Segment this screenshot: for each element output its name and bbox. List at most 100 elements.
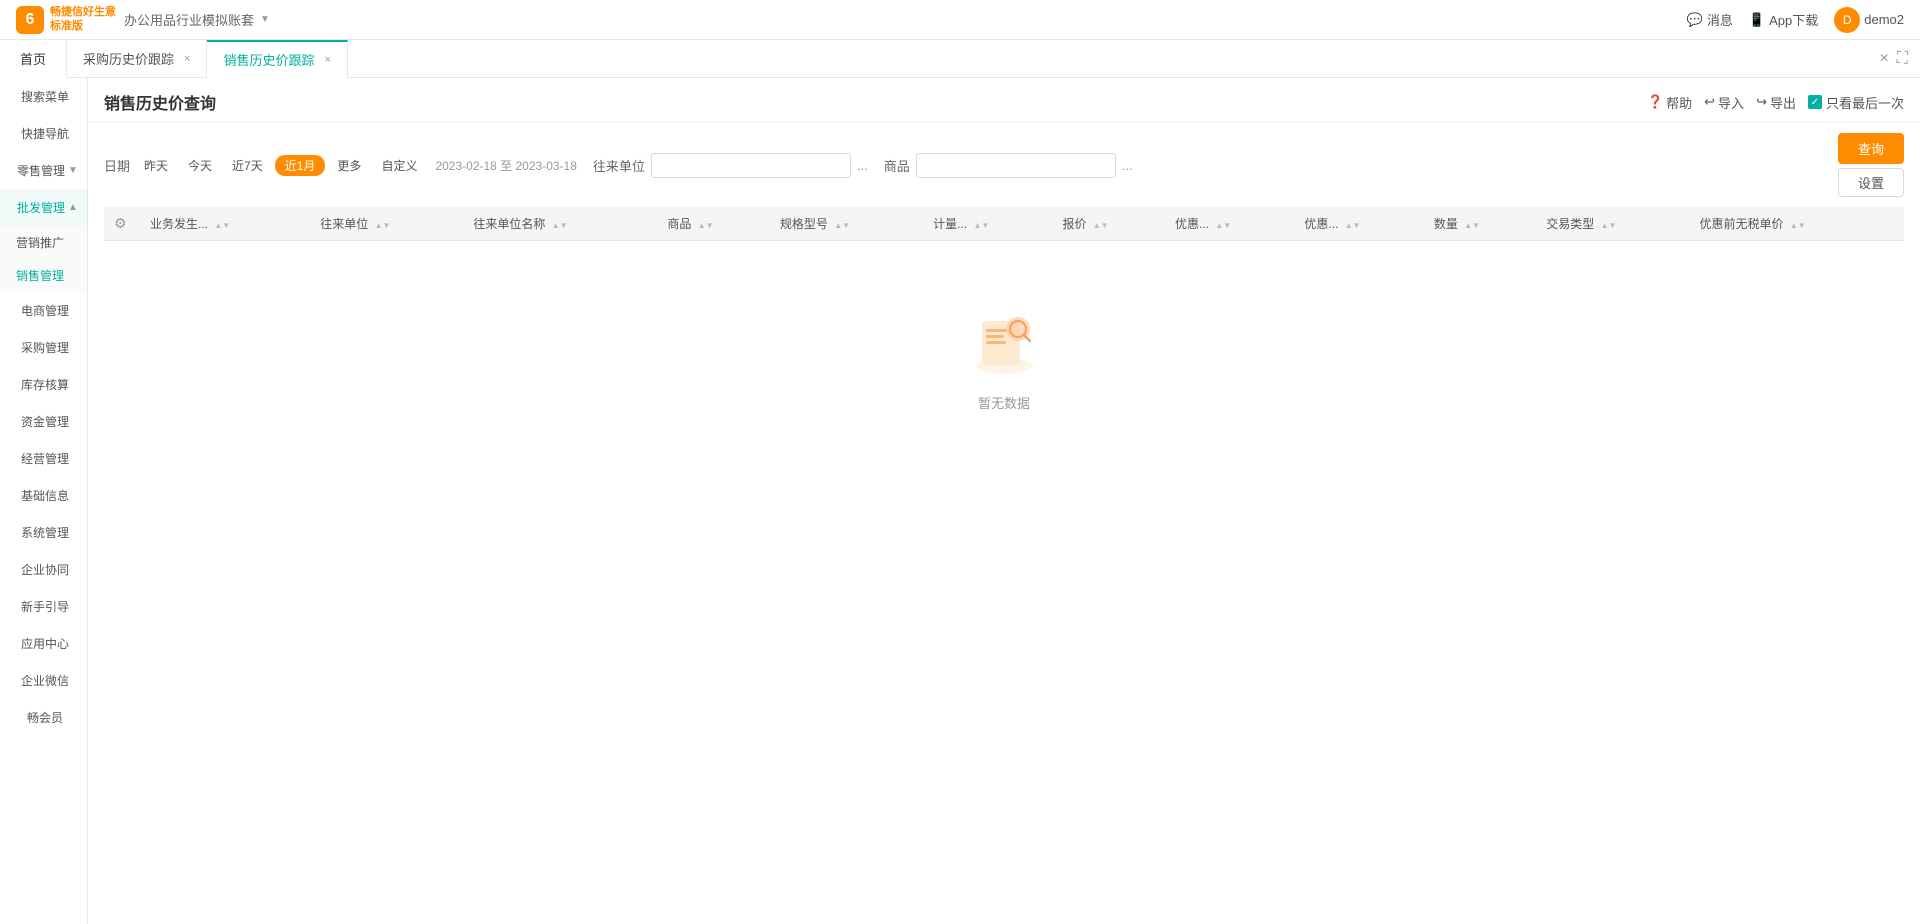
partner-picker-btn[interactable]: ... [857,158,868,173]
sidebar-item-new-guide[interactable]: 新手引导 [0,588,87,625]
sort-price[interactable]: ▲▼ [1093,222,1109,230]
sidebar-item-purchase[interactable]: 采购管理 [0,329,87,366]
th-trade-type[interactable]: 交易类型 ▲▼ [1536,207,1689,241]
date-btn-7days[interactable]: 近7天 [224,155,271,176]
th-quantity[interactable]: 数量 ▲▼ [1424,207,1536,241]
sort-trade-type[interactable]: ▲▼ [1601,222,1617,230]
sort-discount1[interactable]: ▲▼ [1215,222,1231,230]
th-biz-date[interactable]: 业务发生... ▲▼ [140,207,310,241]
product-picker-btn[interactable]: ... [1122,158,1133,173]
date-btn-1month[interactable]: 近1月 [275,155,326,176]
date-filter-group: 日期 昨天 今天 近7天 近1月 更多 自定义 2023-02-18 至 202… [104,155,577,176]
tab-home[interactable]: 首页 [0,40,67,78]
th-price[interactable]: 报价 ▲▼ [1053,207,1165,241]
page-actions: ❓ 帮助 ↩ 导入 ↪ 导出 只看最后一次 [1647,93,1904,112]
sort-partner-code[interactable]: ▲▼ [375,222,391,230]
sort-partner-name[interactable]: ▲▼ [552,222,568,230]
empty-illustration [964,301,1044,381]
tab-purchase-history[interactable]: 采购历史价跟踪 × [67,40,207,78]
message-icon: 💬 [1687,12,1703,28]
sidebar: 搜索菜单 快捷导航 零售管理 ▼ 批发管理 ▲ 营销推广 销售管理 电商管理 采… [0,78,88,924]
sort-unit[interactable]: ▲▼ [973,222,989,230]
date-btn-more[interactable]: 更多 [329,155,369,176]
sidebar-sub-sales-mgmt[interactable]: 销售管理 [0,259,87,292]
th-partner-code[interactable]: 往来单位 ▲▼ [310,207,463,241]
empty-state: 暂无数据 [104,241,1904,472]
sidebar-item-operations[interactable]: 经营管理 [0,440,87,477]
app-selector[interactable]: 办公用品行业模拟账套 ▼ [124,10,270,29]
date-options: 昨天 今天 近7天 近1月 更多 自定义 [136,155,425,176]
app-download-btn[interactable]: 📱 App下载 [1749,10,1818,29]
th-unit[interactable]: 计量... ▲▼ [923,207,1052,241]
th-product[interactable]: 商品 ▲▼ [657,207,769,241]
message-btn[interactable]: 💬 消息 [1687,10,1733,29]
tab-sales-history[interactable]: 销售历史价跟踪 × [207,40,347,78]
tab-purchase-history-close[interactable]: × [184,53,190,65]
topbar-left: 6 畅捷信好生意 标准版 办公用品行业模拟账套 ▼ [16,6,270,34]
user-menu[interactable]: D demo2 [1834,7,1904,33]
table-header-row: ⚙ 业务发生... ▲▼ 往来单位 ▲▼ 往来单位名称 ▲▼ [104,207,1904,241]
topbar-right: 💬 消息 📱 App下载 D demo2 [1687,7,1904,33]
partner-input[interactable] [651,153,851,178]
th-pre-tax-price[interactable]: 优惠前无税单价 ▲▼ [1690,207,1904,241]
wholesale-submenu: 营销推广 销售管理 [0,226,87,292]
import-btn[interactable]: ↩ 导入 [1704,93,1744,112]
tabbar-controls: × ⛶ [1879,50,1920,68]
logo-area: 6 畅捷信好生意 标准版 [16,6,116,34]
sidebar-item-app-center[interactable]: 应用中心 [0,625,87,662]
window-maximize-btn[interactable]: ⛶ [1897,50,1908,68]
sidebar-item-basic-info[interactable]: 基础信息 [0,477,87,514]
empty-text: 暂无数据 [978,393,1030,412]
th-discount1[interactable]: 优惠... ▲▼ [1165,207,1294,241]
sidebar-item-member[interactable]: 畅会员 [0,699,87,736]
tab-sales-history-close[interactable]: × [324,54,330,66]
date-btn-today[interactable]: 今天 [180,155,220,176]
sidebar-item-retail-mgmt[interactable]: 零售管理 ▼ [0,152,87,189]
topbar: 6 畅捷信好生意 标准版 办公用品行业模拟账套 ▼ 💬 消息 📱 App下载 D… [0,0,1920,40]
sort-quantity[interactable]: ▲▼ [1464,222,1480,230]
product-filter-label: 商品 [884,156,910,175]
sidebar-item-search-menu[interactable]: 搜索菜单 [0,78,87,115]
sort-pre-tax-price[interactable]: ▲▼ [1790,222,1806,230]
sidebar-item-enterprise-agreement[interactable]: 企业协同 [0,551,87,588]
sidebar-item-inventory[interactable]: 库存核算 [0,366,87,403]
logo-text: 畅捷信好生意 标准版 [50,6,116,32]
date-btn-custom[interactable]: 自定义 [373,155,425,176]
window-close-btn[interactable]: × [1879,50,1888,68]
sort-spec[interactable]: ▲▼ [834,222,850,230]
import-icon: ↩ [1704,94,1715,110]
app-selector-arrow[interactable]: ▼ [260,14,270,25]
sidebar-sub-marketing[interactable]: 营销推广 [0,226,87,259]
product-input[interactable] [916,153,1116,178]
sort-discount2[interactable]: ▲▼ [1345,222,1361,230]
help-btn[interactable]: ❓ 帮助 [1647,93,1692,112]
date-btn-yesterday[interactable]: 昨天 [136,155,176,176]
sidebar-item-enterprise-wechat[interactable]: 企业微信 [0,662,87,699]
page-title: 销售历史价查询 [104,90,216,114]
page-header: 销售历史价查询 ❓ 帮助 ↩ 导入 ↪ 导出 只看最后一次 [88,78,1920,123]
sidebar-item-wholesale-mgmt[interactable]: 批发管理 ▲ [0,189,87,226]
th-partner-name[interactable]: 往来单位名称 ▲▼ [463,207,657,241]
table-gear-icon[interactable]: ⚙ [114,215,127,231]
help-icon: ❓ [1647,94,1663,110]
export-btn[interactable]: ↪ 导出 [1756,93,1796,112]
th-spec[interactable]: 规格型号 ▲▼ [770,207,923,241]
only-last-toggle[interactable]: 只看最后一次 [1808,93,1904,112]
action-buttons: 查询 设置 [1838,133,1904,197]
sidebar-item-quick-nav[interactable]: 快捷导航 [0,115,87,152]
sidebar-item-finance[interactable]: 资金管理 [0,403,87,440]
sidebar-item-system[interactable]: 系统管理 [0,514,87,551]
search-button[interactable]: 查询 [1838,133,1904,164]
phone-icon: 📱 [1749,12,1765,28]
product-filter-group: 商品 ... [884,153,1133,178]
main-layout: 搜索菜单 快捷导航 零售管理 ▼ 批发管理 ▲ 营销推广 销售管理 电商管理 采… [0,78,1920,924]
sidebar-item-ecommerce[interactable]: 电商管理 [0,292,87,329]
table-container: ⚙ 业务发生... ▲▼ 往来单位 ▲▼ 往来单位名称 ▲▼ [88,207,1920,924]
settings-button[interactable]: 设置 [1838,168,1904,197]
sort-biz-date[interactable]: ▲▼ [214,222,230,230]
sort-product[interactable]: ▲▼ [698,222,714,230]
th-settings: ⚙ [104,207,140,241]
only-last-checkbox[interactable] [1808,95,1822,109]
th-discount2[interactable]: 优惠... ▲▼ [1294,207,1423,241]
date-range-display: 2023-02-18 至 2023-03-18 [435,157,576,174]
